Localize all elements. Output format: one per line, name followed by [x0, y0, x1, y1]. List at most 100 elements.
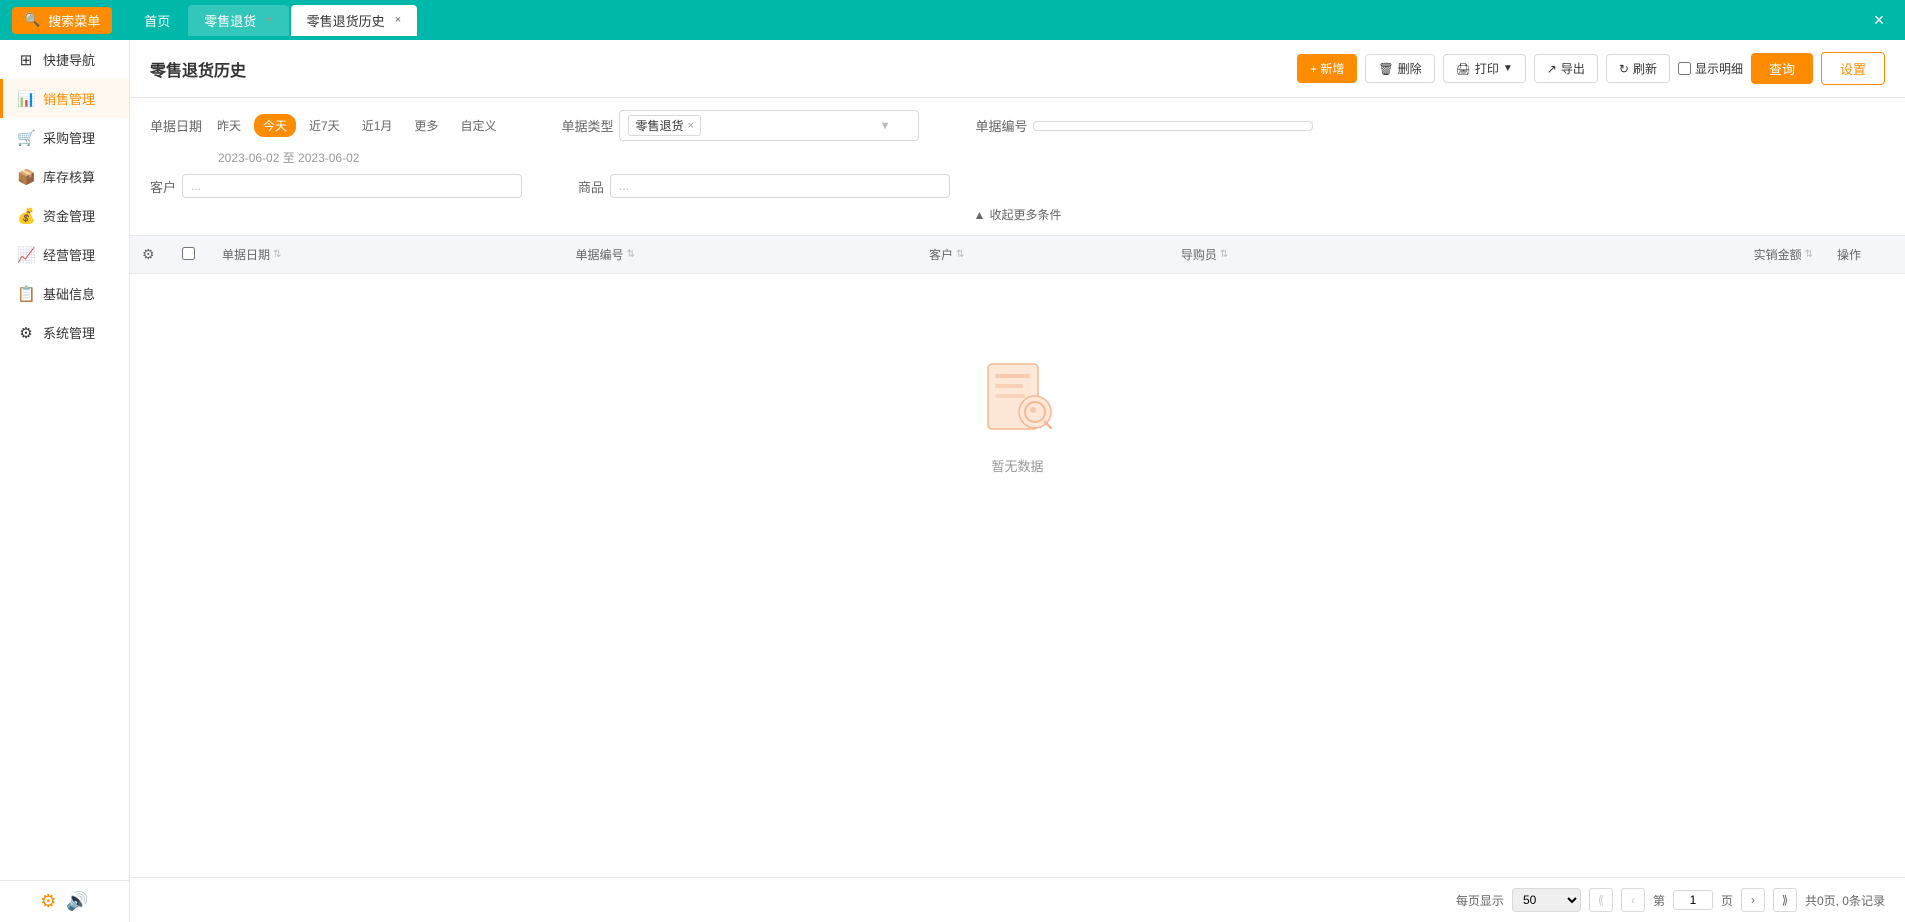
- date-btn-custom[interactable]: 自定义: [451, 114, 505, 137]
- customer-input[interactable]: ...: [182, 174, 522, 198]
- tab-retail-return[interactable]: 零售退货 ×: [188, 5, 288, 36]
- sidebar-item-sales-mgmt[interactable]: 📊 销售管理: [0, 79, 129, 118]
- page-header: 零售退货历史 + 新增 🗑 删除 🖨 打印 ▼ ↗: [130, 40, 1905, 98]
- purchase-mgmt-icon: 🛒: [17, 129, 35, 147]
- prev-page-btn[interactable]: ‹: [1621, 888, 1645, 912]
- sidebar-item-finance-label: 资金管理: [43, 206, 95, 225]
- tab-retail-return-history-close[interactable]: ×: [395, 14, 401, 26]
- last-page-btn[interactable]: ⟫: [1773, 888, 1797, 912]
- settings-btn[interactable]: 设置: [1821, 52, 1885, 85]
- page-word: 第: [1653, 892, 1665, 909]
- tab-retail-return-history-label: 零售退货历史: [307, 11, 385, 30]
- operations-icon: 📈: [17, 246, 35, 264]
- volume-icon[interactable]: 🔊: [66, 891, 88, 912]
- table-wrapper: ⚙ 单据日期 ⇅: [130, 236, 1905, 877]
- content-area: 零售退货历史 + 新增 🗑 删除 🖨 打印 ▼ ↗: [130, 40, 1905, 922]
- delete-btn-label: 删除: [1398, 60, 1422, 77]
- total-text: 共0页, 0条记录: [1805, 892, 1885, 909]
- page-unit: 页: [1721, 892, 1733, 909]
- column-settings-icon[interactable]: ⚙: [142, 246, 155, 262]
- th-amount: 实销金额 ⇅: [1471, 236, 1825, 274]
- sidebar-item-system-mgmt[interactable]: ⚙ 系统管理: [0, 313, 129, 352]
- date-btn-more[interactable]: 更多: [405, 114, 447, 137]
- show-detail-checkbox[interactable]: [1678, 62, 1691, 75]
- sidebar-item-system-mgmt-label: 系统管理: [43, 323, 95, 342]
- first-page-btn[interactable]: ⟪: [1589, 888, 1613, 912]
- voucher-type-tag: 零售退货 ×: [628, 115, 700, 136]
- app-container: 🔍 搜索菜单 首页 零售退货 × 零售退货历史 × × ⊞: [0, 0, 1905, 922]
- filter-row-1: 单据日期 昨天 今天 近7天 近1月 更多 自定义 单据类型: [150, 110, 1885, 141]
- sidebar-item-purchase-mgmt[interactable]: 🛒 采购管理: [0, 118, 129, 157]
- export-btn[interactable]: ↗ 导出: [1534, 54, 1598, 83]
- quick-nav-icon: ⊞: [17, 51, 35, 69]
- refresh-btn[interactable]: ↻ 刷新: [1606, 54, 1670, 83]
- th-guide: 导购员 ⇅: [1169, 236, 1472, 274]
- sidebar-item-operations-label: 经营管理: [43, 245, 95, 264]
- export-btn-label: 导出: [1561, 60, 1585, 77]
- settings-bottom-icon[interactable]: ⚙: [40, 891, 56, 912]
- sidebar-item-sales-mgmt-label: 销售管理: [43, 89, 95, 108]
- select-all-checkbox[interactable]: [182, 247, 195, 260]
- voucher-no-label: 单据编号: [975, 116, 1027, 135]
- sidebar-item-basic-info[interactable]: 📋 基础信息: [0, 274, 129, 313]
- header-actions: + 新增 🗑 删除 🖨 打印 ▼ ↗ 导出: [1297, 52, 1885, 85]
- th-date-sort[interactable]: 单据日期 ⇅: [222, 246, 552, 263]
- collapse-label: 收起更多条件: [989, 206, 1061, 223]
- th-customer-sort[interactable]: 客户 ⇅: [929, 246, 1157, 263]
- date-range-display: 2023-06-02 至 2023-06-02: [218, 149, 1885, 166]
- tab-retail-return-history[interactable]: 零售退货历史 ×: [291, 5, 417, 36]
- collapse-btn[interactable]: ▲ 收起更多条件: [974, 206, 1062, 223]
- pagination-bar: 每页显示 50 10 20 100 ⟪ ‹ 第 页 › ⟫ 共0页, 0条记录: [130, 877, 1905, 922]
- tab-retail-return-close[interactable]: ×: [266, 14, 272, 26]
- search-menu-btn[interactable]: 🔍 搜索菜单: [12, 7, 112, 34]
- voucher-no-input[interactable]: [1033, 121, 1313, 131]
- customer-placeholder: ...: [191, 179, 201, 193]
- refresh-btn-label: 刷新: [1633, 60, 1657, 77]
- sidebar-item-quick-nav-label: 快捷导航: [43, 50, 95, 69]
- tab-home[interactable]: 首页: [128, 0, 186, 40]
- print-btn[interactable]: 🖨 打印 ▼: [1443, 54, 1526, 83]
- voucher-type-label: 单据类型: [561, 116, 613, 135]
- sales-mgmt-icon: 📊: [17, 90, 35, 108]
- delete-btn[interactable]: 🗑 删除: [1365, 54, 1434, 83]
- th-voucher-no-sort[interactable]: 单据编号 ⇅: [576, 246, 906, 263]
- date-btn-today[interactable]: 今天: [254, 114, 296, 137]
- goods-label: 商品: [578, 177, 604, 196]
- empty-state: 暂无数据: [130, 274, 1905, 555]
- date-btn-7days[interactable]: 近7天: [300, 114, 349, 137]
- query-btn[interactable]: 查询: [1751, 53, 1813, 84]
- query-btn-label: 查询: [1769, 62, 1795, 77]
- filter-row-2: 客户 ... 商品 ...: [150, 174, 1885, 198]
- th-guide-label: 导购员: [1181, 246, 1217, 263]
- sidebar-item-inventory[interactable]: 📦 库存核算: [0, 157, 129, 196]
- date-btn-yesterday[interactable]: 昨天: [208, 114, 250, 137]
- refresh-icon: ↻: [1619, 62, 1629, 76]
- th-date: 单据日期 ⇅: [210, 236, 564, 274]
- th-settings: ⚙: [130, 236, 170, 274]
- sort-voucher-no-icon: ⇅: [627, 249, 635, 260]
- table-header-row: ⚙ 单据日期 ⇅: [130, 236, 1905, 274]
- th-amount-sort[interactable]: 实销金额 ⇅: [1483, 246, 1813, 263]
- voucher-type-select[interactable]: 零售退货 × ▼: [619, 110, 919, 141]
- page-size-select[interactable]: 50 10 20 100: [1512, 888, 1581, 912]
- window-close-btn[interactable]: ×: [1865, 6, 1893, 34]
- date-btn-1month[interactable]: 近1月: [353, 114, 402, 137]
- delete-icon: 🗑: [1378, 62, 1393, 76]
- next-page-btn[interactable]: ›: [1741, 888, 1765, 912]
- th-guide-sort[interactable]: 导购员 ⇅: [1181, 246, 1460, 263]
- date-shortcuts: 昨天 今天 近7天 近1月 更多 自定义: [208, 114, 505, 137]
- filter-goods: 商品 ...: [578, 174, 950, 198]
- sidebar-item-quick-nav[interactable]: ⊞ 快捷导航: [0, 40, 129, 79]
- new-btn[interactable]: + 新增: [1297, 54, 1357, 83]
- page-number-input[interactable]: [1673, 890, 1713, 910]
- sidebar-item-basic-info-label: 基础信息: [43, 284, 95, 303]
- voucher-type-tag-close[interactable]: ×: [687, 120, 693, 132]
- sidebar-item-operations[interactable]: 📈 经营管理: [0, 235, 129, 274]
- tab-bar: 首页 零售退货 × 零售退货历史 ×: [128, 0, 417, 40]
- sidebar-item-finance[interactable]: 💰 资金管理: [0, 196, 129, 235]
- empty-cell: 暂无数据: [130, 274, 1905, 556]
- th-operation-label: 操作: [1837, 248, 1861, 262]
- sidebar-item-purchase-mgmt-label: 采购管理: [43, 128, 95, 147]
- goods-input[interactable]: ...: [610, 174, 950, 198]
- th-amount-label: 实销金额: [1754, 246, 1802, 263]
